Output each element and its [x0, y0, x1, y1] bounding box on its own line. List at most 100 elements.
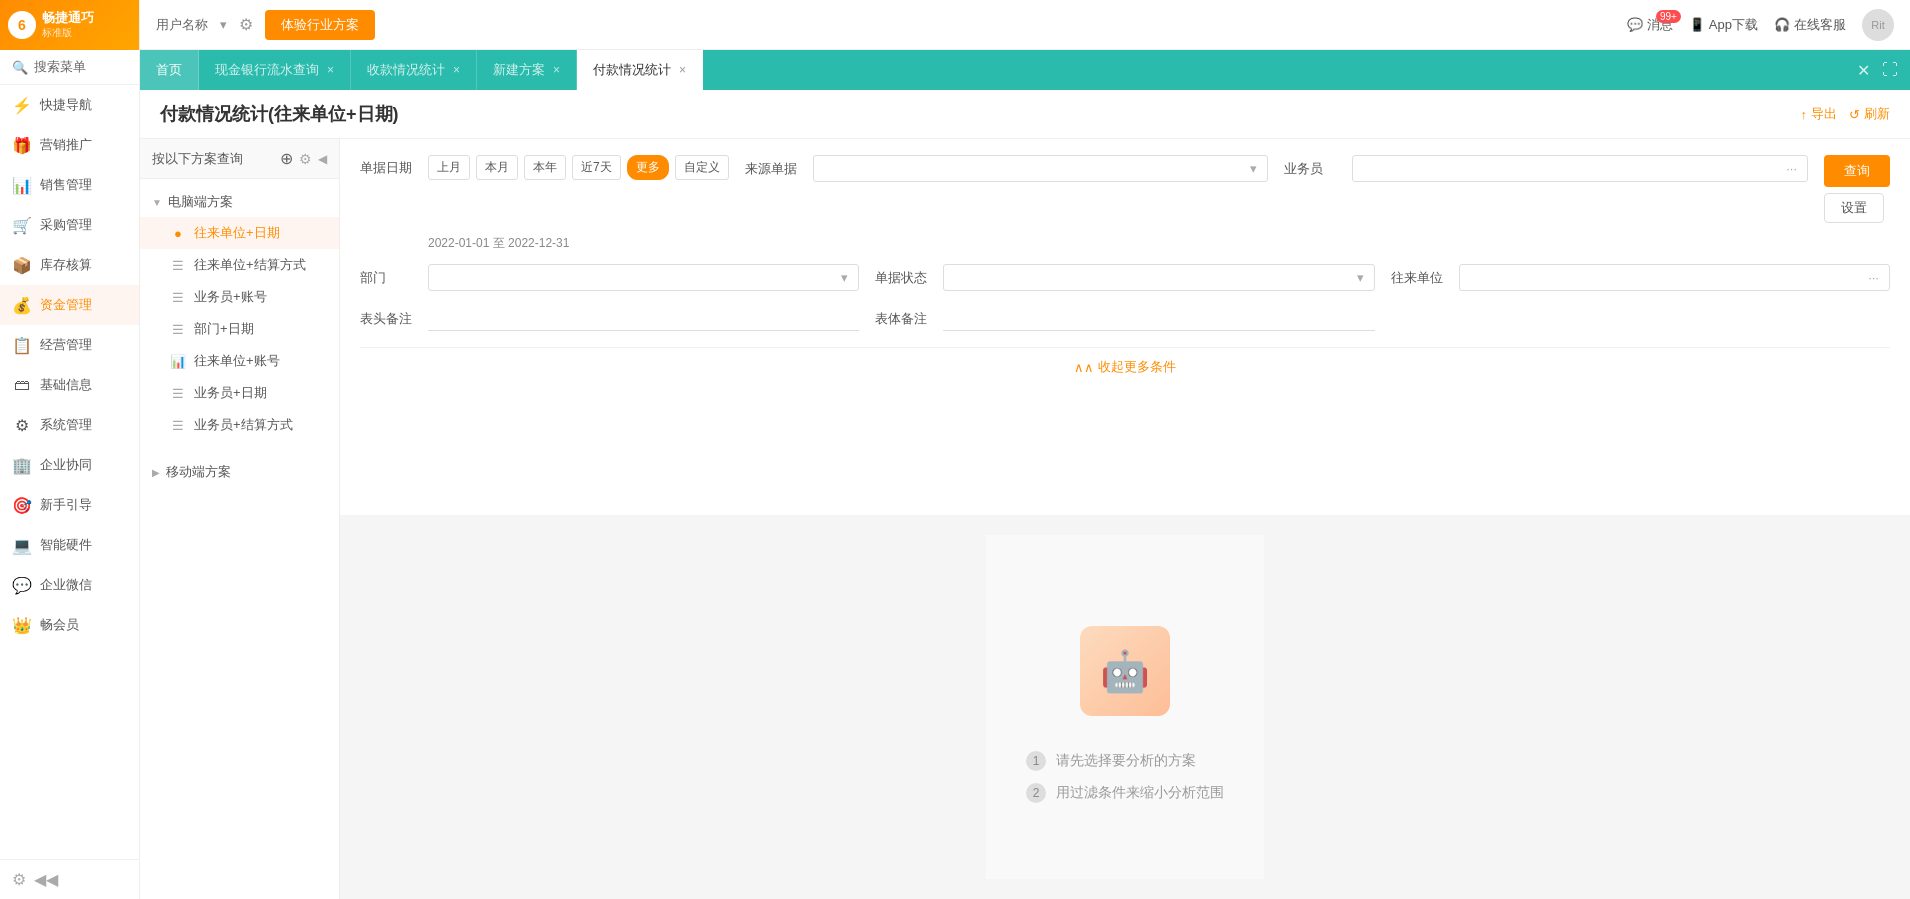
refresh-btn[interactable]: ↺ 刷新 — [1849, 105, 1890, 123]
sidebar-item-label-operations: 经营管理 — [40, 336, 92, 354]
sidebar-item-sales[interactable]: 📊 销售管理 — [0, 165, 139, 205]
maximize-icon[interactable]: ⛶ — [1882, 61, 1898, 79]
doc-status-arrow: ▾ — [1357, 270, 1364, 285]
sidebar: 6 畅捷通巧 标准版 🔍 搜索菜单 ⚡ 快捷导航 🎁 营销推广 📊 销售管理 🛒… — [0, 0, 140, 899]
sidebar-item-enterprise[interactable]: 🏢 企业协同 — [0, 445, 139, 485]
date-filter: 单据日期 上月 本月 本年 近7天 更多 自定义 — [360, 155, 729, 180]
sidebar-item-hardware[interactable]: 💻 智能硬件 — [0, 525, 139, 565]
scheme-section-mobile: ▶ 移动端方案 — [140, 449, 339, 495]
tab-receipt-stats[interactable]: 收款情况统计× — [351, 50, 477, 90]
dept-select[interactable]: ▾ — [428, 264, 859, 291]
doc-status-select[interactable]: ▾ — [943, 264, 1374, 291]
sidebar-item-system[interactable]: ⚙ 系统管理 — [0, 405, 139, 445]
close-all-tabs-icon[interactable]: ✕ — [1857, 61, 1870, 80]
sidebar-item-guide[interactable]: 🎯 新手引导 — [0, 485, 139, 525]
export-btn[interactable]: ↑ 导出 — [1801, 105, 1838, 123]
tabs-container: 首页现金银行流水查询×收款情况统计×新建方案×付款情况统计× — [140, 50, 703, 90]
scheme-item-staff-date[interactable]: ☰ 业务员+日期 — [140, 377, 339, 409]
sidebar-item-wechat[interactable]: 💬 企业微信 — [0, 565, 139, 605]
sidebar-item-icon-hardware: 💻 — [12, 535, 32, 555]
logo-text: 畅捷通巧 标准版 — [42, 10, 94, 40]
tab-payment-stats[interactable]: 付款情况统计× — [577, 50, 703, 90]
scheme-item-partner-date[interactable]: ● 往来单位+日期 — [140, 217, 339, 249]
partner-select[interactable]: ··· — [1459, 264, 1890, 291]
staff-select[interactable]: ··· — [1352, 155, 1808, 182]
scheme-item-staff-account[interactable]: ☰ 业务员+账号 — [140, 281, 339, 313]
scheme-item-icon-partner-settlement: ☰ — [170, 257, 186, 273]
sidebar-item-label-capital: 资金管理 — [40, 296, 92, 314]
tab-close-receipt-stats[interactable]: × — [453, 63, 460, 77]
sidebar-nav: ⚡ 快捷导航 🎁 营销推广 📊 销售管理 🛒 采购管理 📦 库存核算 💰 资金管… — [0, 85, 139, 645]
tab-close-payment-stats[interactable]: × — [679, 63, 686, 77]
scheme-section-title-mobile[interactable]: ▶ 移动端方案 — [140, 457, 339, 487]
settings-btn[interactable]: 设置 — [1824, 193, 1884, 223]
page-header: 付款情况统计(往来单位+日期) ↑ 导出 ↺ 刷新 — [140, 90, 1910, 139]
scheme-section-title-desktop[interactable]: ▼ 电脑端方案 — [140, 187, 339, 217]
search-icon: 🔍 — [12, 60, 28, 75]
last-7days-btn[interactable]: 近7天 — [572, 155, 621, 180]
this-month-btn[interactable]: 本月 — [476, 155, 518, 180]
user-avatar[interactable]: Rit — [1862, 9, 1894, 41]
tab-home[interactable]: 首页 — [140, 50, 199, 90]
sidebar-item-icon-wechat: 💬 — [12, 575, 32, 595]
sidebar-item-purchase[interactable]: 🛒 采购管理 — [0, 205, 139, 245]
scheme-sections: ▼ 电脑端方案 ● 往来单位+日期 ☰ 往来单位+结算方式 ☰ 业务员+账号 ☰… — [140, 179, 339, 495]
search-menu[interactable]: 🔍 搜索菜单 — [0, 50, 139, 85]
collapse-more-bar[interactable]: ∧∧ 收起更多条件 — [360, 347, 1890, 386]
scheme-item-partner-settlement[interactable]: ☰ 往来单位+结算方式 — [140, 249, 339, 281]
scheme-panel-header: 按以下方案查询 ⊕ ⚙ ◀ — [140, 139, 339, 179]
settings-icon[interactable]: ⚙ — [12, 870, 26, 889]
app-icon: 📱 — [1689, 17, 1705, 32]
header-note-input[interactable] — [428, 307, 859, 331]
collapse-sidebar-icon[interactable]: ◀◀ — [34, 870, 58, 889]
user-dropdown-icon[interactable]: ▾ — [220, 17, 227, 32]
app-download-btn[interactable]: 📱 App下载 — [1689, 16, 1758, 34]
last-month-btn[interactable]: 上月 — [428, 155, 470, 180]
sidebar-item-operations[interactable]: 📋 经营管理 — [0, 325, 139, 365]
online-service-btn[interactable]: 🎧 在线客服 — [1774, 16, 1846, 34]
dept-filter: 部门 ▾ — [360, 264, 859, 291]
sidebar-item-icon-sales: 📊 — [12, 175, 32, 195]
trial-btn[interactable]: 体验行业方案 — [265, 10, 375, 40]
tab-close-new-scheme[interactable]: × — [553, 63, 560, 77]
topbar-gear-icon[interactable]: ⚙ — [239, 15, 253, 34]
messages-btn[interactable]: 💬 消息 99+ — [1627, 16, 1673, 34]
scheme-item-staff-settlement[interactable]: ☰ 业务员+结算方式 — [140, 409, 339, 441]
tab-label-home: 首页 — [156, 61, 182, 79]
sidebar-item-capital[interactable]: 💰 资金管理 — [0, 285, 139, 325]
export-icon: ↑ — [1801, 107, 1808, 122]
filter-row-2: 部门 ▾ 单据状态 ▾ — [360, 264, 1890, 291]
tab-new-scheme[interactable]: 新建方案× — [477, 50, 577, 90]
add-scheme-icon[interactable]: ⊕ — [280, 149, 293, 168]
tab-bank-flow[interactable]: 现金银行流水查询× — [199, 50, 351, 90]
query-btn[interactable]: 查询 — [1824, 155, 1890, 187]
source-doc-select[interactable]: ▾ — [813, 155, 1269, 182]
sidebar-item-icon-guide: 🎯 — [12, 495, 32, 515]
scheme-item-dept-date[interactable]: ☰ 部门+日期 — [140, 313, 339, 345]
custom-btn[interactable]: 自定义 — [675, 155, 729, 180]
body-area: 按以下方案查询 ⊕ ⚙ ◀ ▼ 电脑端方案 ● 往来单位+日期 ☰ 往来单位 — [140, 139, 1910, 899]
scheme-settings-icon[interactable]: ⚙ — [299, 151, 312, 167]
sidebar-item-basic-info[interactable]: 🗃 基础信息 — [0, 365, 139, 405]
sidebar-item-member[interactable]: 👑 畅会员 — [0, 605, 139, 645]
scheme-item-label-partner-date: 往来单位+日期 — [194, 224, 280, 242]
scheme-item-partner-account[interactable]: 📊 往来单位+账号 — [140, 345, 339, 377]
message-badge: 99+ — [1656, 10, 1681, 23]
result-area: 🤖 1 请先选择要分析的方案 2 用过滤条件来缩小分析范围 — [340, 515, 1910, 899]
more-btn[interactable]: 更多 — [627, 155, 669, 180]
scheme-section-label-mobile: 移动端方案 — [166, 463, 231, 481]
sidebar-item-icon-system: ⚙ — [12, 415, 32, 435]
sidebar-item-label-guide: 新手引导 — [40, 496, 92, 514]
tab-close-bank-flow[interactable]: × — [327, 63, 334, 77]
sidebar-item-inventory[interactable]: 📦 库存核算 — [0, 245, 139, 285]
this-year-btn[interactable]: 本年 — [524, 155, 566, 180]
body-note-input[interactable] — [943, 307, 1374, 331]
scheme-item-icon-staff-account: ☰ — [170, 289, 186, 305]
sidebar-item-icon-purchase: 🛒 — [12, 215, 32, 235]
sidebar-item-quick-nav[interactable]: ⚡ 快捷导航 — [0, 85, 139, 125]
sidebar-item-marketing[interactable]: 🎁 营销推广 — [0, 125, 139, 165]
scheme-collapse-icon[interactable]: ◀ — [318, 152, 327, 166]
main-area: 用户名称 ▾ ⚙ 体验行业方案 💬 消息 99+ 📱 App下载 🎧 在线客服 … — [140, 0, 1910, 899]
dept-arrow: ▾ — [841, 270, 848, 285]
page-title: 付款情况统计(往来单位+日期) — [160, 102, 399, 126]
